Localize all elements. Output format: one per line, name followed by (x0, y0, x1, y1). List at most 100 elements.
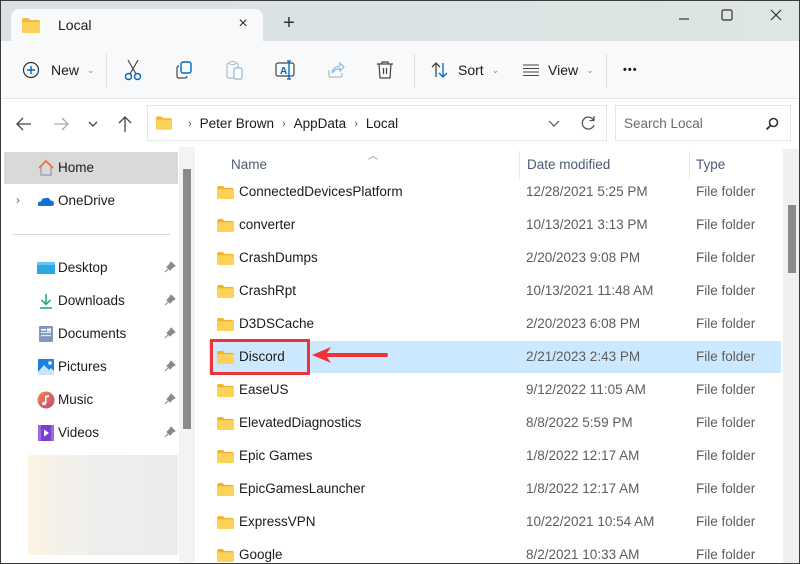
file-date-modified: 12/28/2021 5:25 PM (526, 184, 648, 199)
close-icon (770, 9, 782, 21)
sort-button[interactable]: Sort ⌄ (430, 56, 499, 84)
file-date-modified: 10/13/2021 3:13 PM (526, 217, 648, 232)
new-button[interactable]: New ⌄ (21, 56, 95, 84)
sidebar-item-downloads[interactable]: Downloads (4, 285, 178, 317)
sidebar-item-music[interactable]: Music (4, 384, 178, 416)
file-row[interactable]: CrashRpt 10/13/2021 11:48 AM File folder (209, 275, 781, 307)
paste-button[interactable] (225, 56, 245, 84)
sidebar-scrollbar-thumb[interactable] (183, 169, 191, 429)
forward-arrow-icon (54, 117, 69, 131)
up-button[interactable] (114, 113, 136, 135)
sidebar-item-documents[interactable]: Documents (4, 318, 178, 350)
file-row[interactable]: D3DSCache 2/20/2023 6:08 PM File folder (209, 308, 781, 340)
column-header-date-modified[interactable]: Date modified (527, 157, 610, 172)
file-name: CrashRpt (239, 283, 297, 298)
pictures-icon (38, 359, 54, 375)
sidebar-item-home[interactable]: Home (4, 152, 178, 184)
back-button[interactable] (13, 113, 35, 135)
folder-icon (22, 18, 40, 33)
pin-icon[interactable] (164, 294, 176, 306)
file-row[interactable]: Epic Games 1/8/2022 12:17 AM File folder (209, 440, 781, 472)
share-button[interactable] (326, 56, 346, 84)
folder-icon (217, 450, 234, 463)
file-row[interactable]: ExpressVPN 10/22/2021 10:54 AM File folder (209, 506, 781, 538)
folder-icon (217, 219, 234, 232)
minimize-icon (679, 18, 689, 20)
videos-icon (38, 425, 54, 441)
breadcrumb: › Peter Brown › AppData › Local (180, 116, 398, 131)
toolbar-divider (606, 54, 607, 88)
pin-icon[interactable] (164, 393, 176, 405)
sidebar-item-onedrive[interactable]: › OneDrive (4, 185, 178, 217)
sidebar-item-videos[interactable]: Videos (4, 417, 178, 449)
maximize-icon (721, 9, 733, 21)
view-button[interactable]: View ⌄ (522, 56, 594, 84)
sidebar-item-desktop[interactable]: Desktop (4, 252, 178, 284)
file-type: File folder (696, 283, 756, 298)
sidebar-item-label: Videos (58, 425, 100, 440)
refresh-button[interactable] (578, 113, 598, 133)
file-row[interactable]: ElevatedDiagnostics 8/8/2022 5:59 PM File … (209, 407, 781, 439)
new-tab-button[interactable]: + (279, 13, 299, 33)
folder-icon (217, 417, 234, 430)
forward-button[interactable] (50, 113, 72, 135)
breadcrumb-item[interactable]: Peter Brown (200, 116, 274, 131)
copy-button[interactable] (174, 56, 194, 84)
maximize-button[interactable] (712, 5, 742, 27)
breadcrumb-separator-icon: › (188, 117, 192, 130)
breadcrumb-item[interactable]: AppData (294, 116, 347, 131)
view-icon (523, 64, 539, 77)
file-name: Discord (239, 349, 285, 364)
pin-icon[interactable] (164, 426, 176, 438)
sidebar-item-pictures[interactable]: Pictures (4, 351, 178, 383)
column-divider[interactable] (689, 151, 690, 179)
folder-icon (217, 351, 234, 364)
sort-icon (431, 62, 448, 78)
chevron-right-icon[interactable]: › (16, 193, 20, 207)
address-bar[interactable]: › Peter Brown › AppData › Local (147, 105, 607, 141)
pin-icon[interactable] (164, 261, 176, 273)
file-type: File folder (696, 514, 756, 529)
file-row[interactable]: converter 10/13/2021 3:13 PM File folder (209, 209, 781, 241)
file-type: File folder (696, 349, 756, 364)
navigation-pane: Home › OneDrive Desktop Downloads Docume… (1, 147, 179, 563)
file-name: D3DSCache (239, 316, 315, 331)
column-header-type[interactable]: Type (696, 157, 725, 172)
column-header-name[interactable]: Name (231, 157, 267, 172)
file-type: File folder (696, 448, 756, 463)
sidebar-item-label: Pictures (58, 359, 107, 374)
close-tab-button[interactable]: × (233, 14, 253, 34)
folder-icon (217, 318, 234, 331)
folder-icon (217, 186, 234, 199)
file-date-modified: 2/21/2023 2:43 PM (526, 349, 641, 364)
file-row[interactable]: Discord 2/21/2023 2:43 PM File folder (209, 341, 781, 373)
folder-icon (217, 384, 234, 397)
column-divider[interactable] (519, 151, 520, 179)
minimize-button[interactable] (669, 5, 699, 27)
cut-button[interactable] (123, 56, 143, 84)
search-placeholder: Search Local (624, 116, 703, 131)
rename-button[interactable]: A (275, 56, 297, 84)
search-input[interactable]: Search Local (615, 105, 791, 141)
close-window-button[interactable] (761, 5, 791, 27)
tab-local[interactable]: Local × (11, 9, 263, 42)
more-options-button[interactable]: ••• (623, 56, 638, 84)
file-row[interactable]: Google 8/2/2021 10:33 AM File folder (209, 539, 781, 563)
downloads-icon (40, 294, 52, 309)
title-bar: Local × + (1, 1, 799, 42)
pin-icon[interactable] (164, 360, 176, 372)
file-name: CrashDumps (239, 250, 318, 265)
file-row[interactable]: EaseUS 9/12/2022 11:05 AM File folder (209, 374, 781, 406)
pin-icon[interactable] (164, 327, 176, 339)
file-name: converter (239, 217, 296, 232)
file-row[interactable]: ConnectedDevicesPlatform 12/28/2021 5:25 … (209, 176, 781, 208)
file-list-scrollbar-thumb[interactable] (788, 205, 796, 273)
delete-button[interactable] (375, 56, 395, 84)
address-dropdown-button[interactable] (545, 114, 563, 132)
up-arrow-icon (118, 116, 132, 132)
file-row[interactable]: CrashDumps 2/20/2023 9:08 PM File folder (209, 242, 781, 274)
file-row[interactable]: EpicGamesLauncher 1/8/2022 12:17 AM File f… (209, 473, 781, 505)
breadcrumb-item[interactable]: Local (366, 116, 398, 131)
file-name: Google (239, 547, 283, 562)
recent-locations-button[interactable] (82, 113, 104, 135)
